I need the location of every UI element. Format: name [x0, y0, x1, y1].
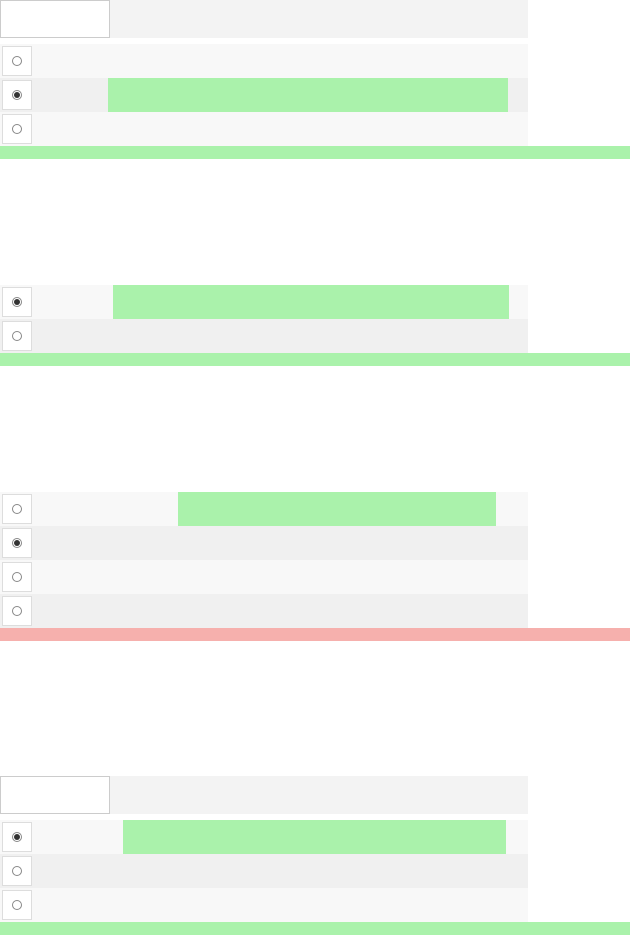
q2-option-0-radio[interactable] [2, 287, 32, 317]
q4-result-bar [0, 922, 630, 935]
q4-option-1-radio[interactable] [2, 856, 32, 886]
radio-circle [12, 124, 22, 134]
q4-option-1[interactable] [0, 854, 528, 888]
radio-dot [14, 834, 20, 840]
q1-option-0-radio[interactable] [2, 46, 32, 76]
q3-option-3-radio[interactable] [2, 596, 32, 626]
q3-option-1-label [34, 526, 528, 560]
q1-explanation-area [0, 159, 630, 279]
radio-dot [14, 540, 20, 546]
q3-option-0[interactable] [0, 492, 528, 526]
q3-option-3-label [34, 594, 528, 628]
q2-result-bar [0, 353, 630, 366]
q1-option-2-radio[interactable] [2, 114, 32, 144]
q1-result-bar [0, 146, 630, 159]
q1-option-0[interactable] [0, 44, 528, 78]
q1-option-1[interactable] [0, 78, 528, 112]
q2-explanation-area [0, 366, 630, 486]
q1-option-0-label [34, 44, 528, 78]
radio-circle [12, 90, 22, 100]
q3-option-0-correct-highlight [178, 492, 496, 526]
q2-option-1[interactable] [0, 319, 528, 353]
q2-option-1-label [34, 319, 528, 353]
radio-circle [12, 572, 22, 582]
radio-circle [12, 504, 22, 514]
q4-text-input[interactable] [0, 776, 110, 814]
q3-option-1-radio[interactable] [2, 528, 32, 558]
q1-option-2[interactable] [0, 112, 528, 146]
q1-option-1-radio[interactable] [2, 80, 32, 110]
q3-option-2-radio[interactable] [2, 562, 32, 592]
q1-text-input[interactable] [0, 0, 110, 38]
q2-option-1-radio[interactable] [2, 321, 32, 351]
q4-option-0[interactable] [0, 820, 528, 854]
q4-option-0-radio[interactable] [2, 822, 32, 852]
q3-option-2[interactable] [0, 560, 528, 594]
radio-circle [12, 606, 22, 616]
q3-option-3[interactable] [0, 594, 528, 628]
q2-option-0[interactable] [0, 285, 528, 319]
q4-option-0-correct-highlight [123, 820, 506, 854]
radio-circle [12, 900, 22, 910]
radio-circle [12, 832, 22, 842]
q3-result-bar [0, 628, 630, 641]
q4-option-1-label [34, 854, 528, 888]
q3-option-2-label [34, 560, 528, 594]
radio-dot [14, 299, 20, 305]
radio-circle [12, 297, 22, 307]
q3-option-1[interactable] [0, 526, 528, 560]
radio-circle [12, 331, 22, 341]
q1-option-1-correct-highlight [108, 78, 508, 112]
q3-explanation-area [0, 641, 630, 776]
radio-circle [12, 866, 22, 876]
q1-input-row [0, 0, 528, 38]
radio-dot [14, 92, 20, 98]
radio-circle [12, 538, 22, 548]
q2-option-0-correct-highlight [113, 285, 509, 319]
radio-circle [12, 56, 22, 66]
q1-option-2-label [34, 112, 528, 146]
q3-option-0-radio[interactable] [2, 494, 32, 524]
q4-option-2-radio[interactable] [2, 890, 32, 920]
q4-input-row [0, 776, 528, 814]
